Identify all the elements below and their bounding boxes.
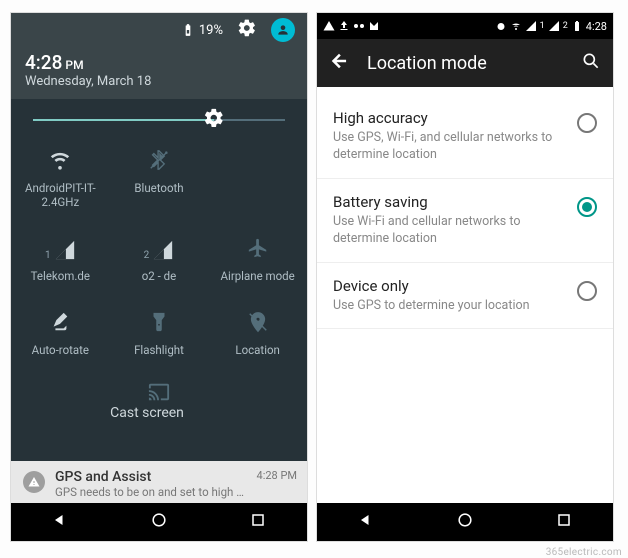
phone-right-location-mode: 1 2 4:28 Location mode High accuracy Use… [316,12,614,542]
tile-auto-rotate[interactable]: Auto-rotate [11,295,110,369]
radio-checked[interactable] [577,197,597,217]
nav-bar [317,503,613,541]
tile-label: o2 - de [142,269,177,283]
wifi-icon [510,20,522,32]
search-button[interactable] [581,51,601,75]
nav-home[interactable] [455,510,475,534]
bluetooth-off-icon [148,147,170,173]
page-title: Location mode [367,53,487,74]
tile-sim1[interactable]: 1 Telekom.de [11,221,110,295]
alarm-icon [495,20,507,32]
radio-unchecked[interactable] [577,113,597,133]
tile-location[interactable]: Location [208,295,307,369]
flashlight-icon [148,309,170,335]
battery-text: 19% [199,23,223,38]
option-title: High accuracy [333,109,565,127]
clock-date: Wednesday, March 18 [25,74,293,89]
notification-body: GPS needs to be on and set to high accur… [55,485,245,499]
option-desc: Use GPS, Wi-Fi, and cellular networks to… [333,130,565,164]
tile-wifi[interactable]: AndroidPIT-IT-2.4GHz [11,133,110,221]
signal-icon: 2 [144,235,175,261]
nav-recent[interactable] [554,510,574,534]
option-desc: Use Wi-Fi and cellular networks to deter… [333,214,565,248]
status-bar: 19% [11,13,307,47]
tile-label: Airplane mode [221,269,295,283]
notification-title: GPS and Assist [55,469,245,485]
notification-time: 4:28 PM [257,469,297,482]
tile-label: Cast screen [110,405,184,421]
status-bar: 1 2 4:28 [317,13,613,39]
settings-icon[interactable] [237,18,257,42]
option-device-only[interactable]: Device only Use GPS to determine your lo… [317,263,613,330]
mail-icon [368,20,380,32]
nav-bar [11,503,307,541]
brightness-slider[interactable] [11,99,307,133]
notification-card[interactable]: GPS and Assist GPS needs to be on and se… [11,461,307,503]
option-title: Device only [333,277,565,295]
clock-ampm: PM [65,58,83,72]
back-button[interactable] [329,51,349,75]
signal-icon [548,20,560,32]
battery-icon [571,20,583,32]
warning-icon [23,471,45,493]
location-mode-options: High accuracy Use GPS, Wi-Fi, and cellul… [317,87,613,337]
watermark: 365electric.com [546,547,622,558]
nav-back[interactable] [50,510,70,534]
tile-sim2[interactable]: 2 o2 - de [110,221,209,295]
nav-home[interactable] [149,510,169,534]
tile-airplane[interactable]: Airplane mode [208,221,307,295]
cast-icon [110,379,208,405]
tile-label: Location [235,343,280,357]
battery-indicator: 19% [181,23,223,38]
tile-bluetooth[interactable]: Bluetooth [110,133,209,221]
voicemail-icon [353,20,365,32]
phone-left-quick-settings: 19% 4:28PM Wednesday, March 18 [10,12,308,542]
brightness-thumb-icon[interactable] [203,107,225,133]
tile-label: AndroidPIT-IT-2.4GHz [15,181,106,209]
signal-icon: 1 [45,235,76,261]
option-battery-saving[interactable]: Battery saving Use Wi-Fi and cellular ne… [317,179,613,263]
option-desc: Use GPS to determine your location [333,298,565,315]
radio-unchecked[interactable] [577,281,597,301]
tile-label: Flashlight [134,343,184,357]
auto-rotate-icon [49,309,71,335]
tile-cast[interactable]: Cast screen [110,379,208,421]
date-header: 4:28PM Wednesday, March 18 [11,47,307,99]
tile-flashlight[interactable]: Flashlight [110,295,209,369]
option-title: Battery saving [333,193,565,211]
clock-time: 4:28 [25,51,62,74]
nav-back[interactable] [356,510,376,534]
app-bar: Location mode [317,39,613,87]
download-icon [338,20,350,32]
airplane-icon [247,235,269,261]
status-clock: 4:28 [586,20,607,33]
option-high-accuracy[interactable]: High accuracy Use GPS, Wi-Fi, and cellul… [317,95,613,179]
wifi-icon [49,147,71,173]
tile-label: Telekom.de [31,269,90,283]
user-avatar[interactable] [271,18,295,42]
location-off-icon [247,309,269,335]
signal-icon [525,20,537,32]
tile-label: Bluetooth [134,181,183,195]
tile-label: Auto-rotate [32,343,89,357]
warning-icon [323,20,335,32]
nav-recent[interactable] [248,510,268,534]
